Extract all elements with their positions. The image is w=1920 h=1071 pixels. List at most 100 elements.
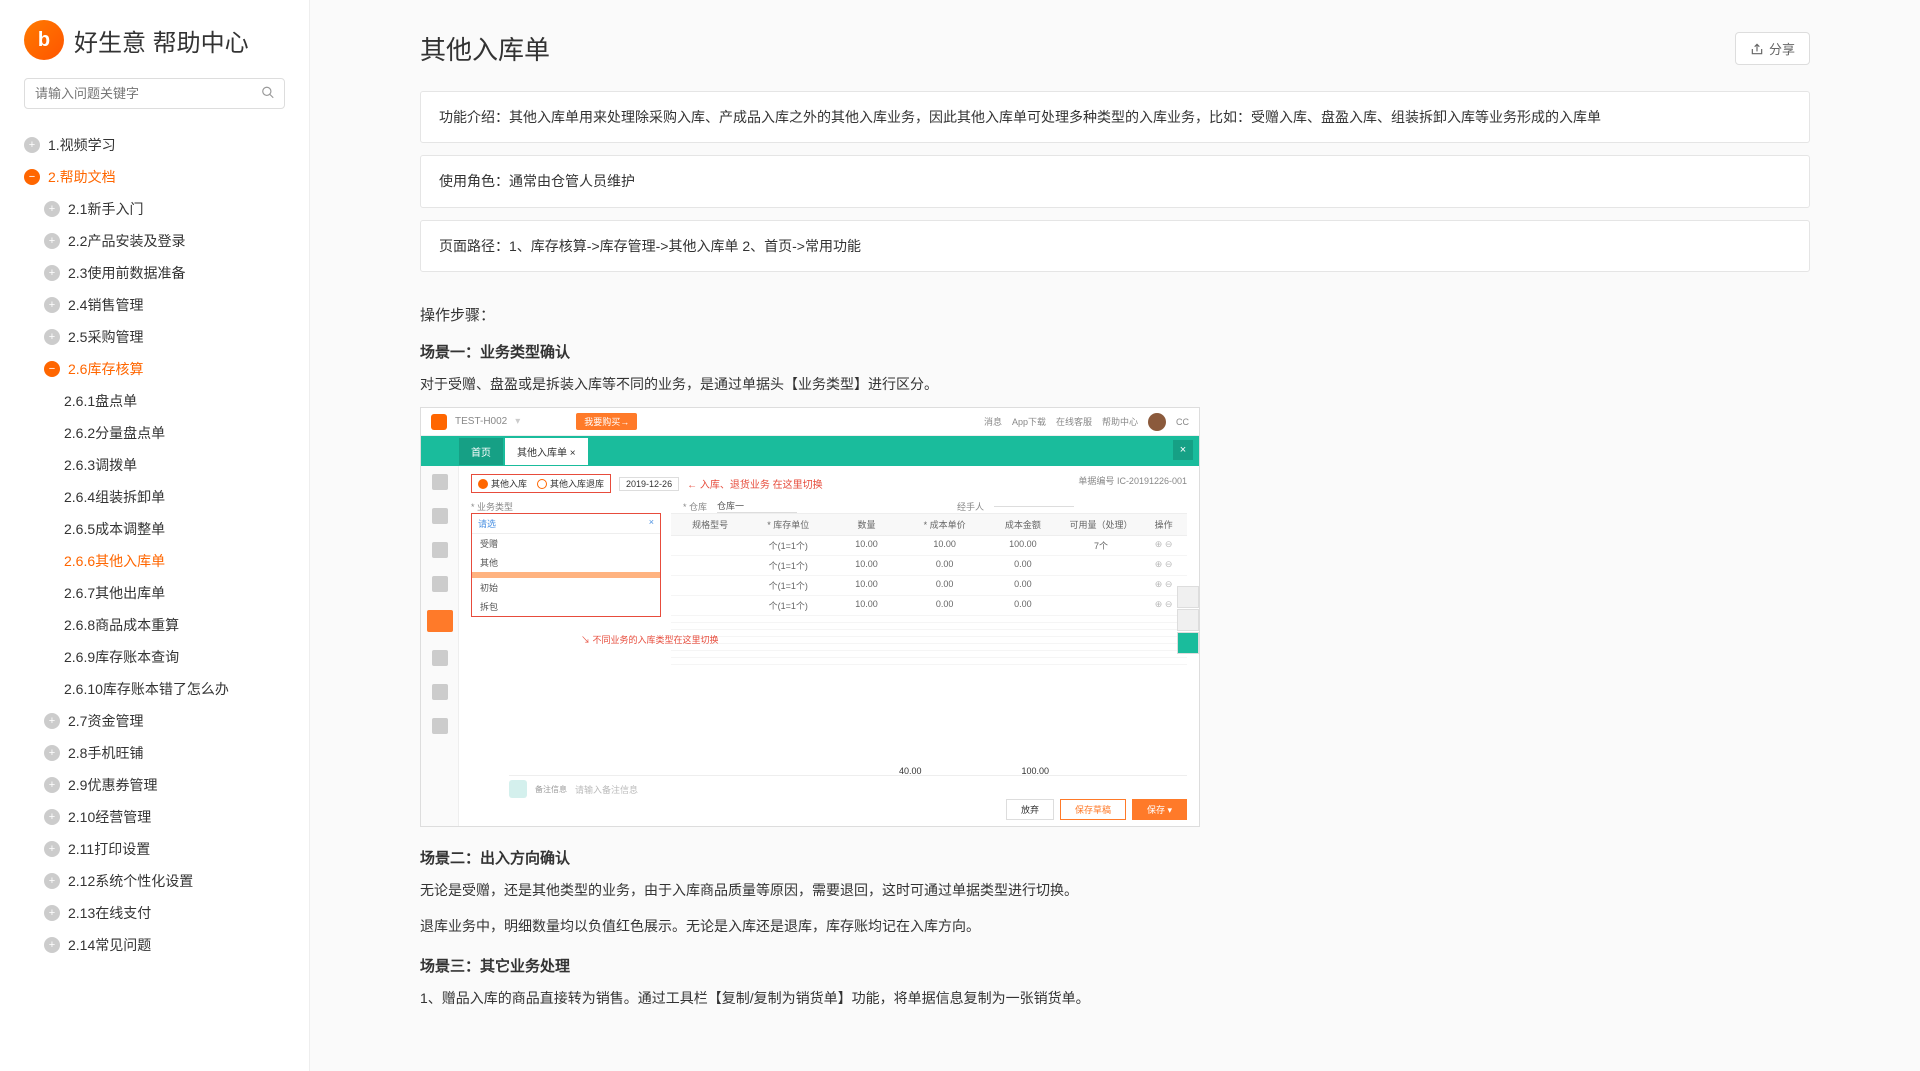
nav-tree: +1.视频学习 −2.帮助文档 +2.1新手入门 +2.2产品安装及登录 +2.…	[24, 129, 285, 961]
ss-table-row	[671, 651, 1187, 658]
path-label: 页面路径：	[439, 238, 509, 254]
plus-icon: +	[44, 809, 60, 825]
nav-27[interactable]: +2.7资金管理	[24, 705, 285, 737]
ss-tab-current: 其他入库单 ×	[505, 438, 588, 465]
scene1-title: 场景一：业务类型确认	[420, 341, 1810, 362]
logo-icon: b	[24, 20, 64, 60]
ss-table-row: 个(1=1个)10.000.000.00⊕ ⊖	[671, 556, 1187, 576]
path-text: 1、库存核算->库存管理->其他入库单 2、首页->常用功能	[509, 238, 861, 254]
search-input[interactable]	[24, 78, 285, 109]
ss-save-btn: 保存 ▾	[1132, 799, 1187, 820]
ss-side-icon	[432, 474, 448, 490]
minus-icon: −	[24, 169, 40, 185]
scene2-p2: 退库业务中，明细数量均以负值红色展示。无论是入库还是退库，库存账均记在入库方向。	[420, 914, 1810, 939]
scene1-text: 对于受赠、盘盈或是拆装入库等不同的业务，是通过单据头【业务类型】进行区分。	[420, 372, 1810, 397]
role-box: 使用角色：通常由仓管人员维护	[420, 155, 1810, 207]
plus-icon: +	[44, 745, 60, 761]
nav-261[interactable]: 2.6.1盘点单	[24, 385, 285, 417]
ss-table-row: 个(1=1个)10.000.000.00⊕ ⊖	[671, 576, 1187, 596]
ss-tool-icon-active	[1177, 632, 1199, 654]
ss-date: 2019-12-26	[619, 477, 679, 491]
search-box	[24, 78, 285, 109]
nav-purchase-mgmt[interactable]: +2.5采购管理	[24, 321, 285, 353]
ss-table-head: 规格型号* 库存单位数量* 成本单价成本金额可用量（处理）操作	[671, 513, 1187, 536]
ss-table-row	[671, 644, 1187, 651]
intro-label: 功能介绍：	[439, 109, 509, 125]
nav-28[interactable]: +2.8手机旺铺	[24, 737, 285, 769]
nav-help-docs[interactable]: −2.帮助文档	[24, 161, 285, 193]
plus-icon: +	[44, 777, 60, 793]
ss-top-app: App下载	[1012, 415, 1046, 428]
ss-top-user: CC	[1176, 417, 1189, 427]
ss-side-icon	[432, 684, 448, 700]
ss-side-icon	[432, 576, 448, 592]
share-button[interactable]: 分享	[1735, 32, 1810, 65]
sidebar: b 好生意 帮助中心 +1.视频学习 −2.帮助文档 +2.1新手入门 +2.2…	[0, 0, 310, 1071]
ss-side-icon	[432, 650, 448, 666]
ss-radio-return: 其他入库退库	[537, 477, 604, 490]
ss-tool-icon	[1177, 609, 1199, 631]
nav-267[interactable]: 2.6.7其他出库单	[24, 577, 285, 609]
nav-263[interactable]: 2.6.3调拨单	[24, 449, 285, 481]
logo-row: b 好生意 帮助中心	[24, 20, 285, 60]
ss-annotation-2: ↘ 不同业务的入库类型在这里切换	[581, 633, 719, 646]
logo-text: 好生意 帮助中心	[74, 23, 249, 58]
ss-buy-button: 我要购买→	[576, 413, 637, 430]
search-icon[interactable]	[261, 85, 275, 102]
page-title: 其他入库单	[420, 30, 550, 67]
ss-tool-icon	[1177, 586, 1199, 608]
ss-cancel-btn: 放弃	[1006, 799, 1054, 820]
ss-account: TEST-H002	[455, 416, 507, 427]
scene2-p1: 无论是受赠，还是其他类型的业务，由于入库商品质量等原因，需要退回，这时可通过单据…	[420, 878, 1810, 903]
ss-type-toggle: 其他入库 其他入库退库	[471, 474, 611, 493]
plus-icon: +	[44, 713, 60, 729]
scene2-title: 场景二：出入方向确认	[420, 847, 1810, 868]
ss-table-row: 个(1=1个)10.000.000.00⊕ ⊖	[671, 596, 1187, 616]
ss-annotation-1: ← 入库、退货业务 在这里切换	[687, 476, 823, 491]
main-content: 其他入库单 分享 功能介绍：其他入库单用来处理除采购入库、产成品入库之外的其他入…	[310, 0, 1920, 1071]
nav-29[interactable]: +2.9优惠券管理	[24, 769, 285, 801]
nav-data-prep[interactable]: +2.3使用前数据准备	[24, 257, 285, 289]
ss-top-msg: 消息	[984, 415, 1002, 428]
nav-269[interactable]: 2.6.9库存账本查询	[24, 641, 285, 673]
nav-inventory[interactable]: −2.6库存核算	[24, 353, 285, 385]
ss-remarks-icon	[509, 780, 527, 798]
share-icon	[1750, 42, 1764, 56]
nav-214[interactable]: +2.14常见问题	[24, 929, 285, 961]
nav-268[interactable]: 2.6.8商品成本重算	[24, 609, 285, 641]
nav-264[interactable]: 2.6.4组装拆卸单	[24, 481, 285, 513]
ss-close-icon: ×	[1173, 440, 1193, 460]
nav-2610[interactable]: 2.6.10库存账本错了怎么办	[24, 673, 285, 705]
nav-265[interactable]: 2.6.5成本调整单	[24, 513, 285, 545]
ss-table-row	[671, 623, 1187, 630]
ss-avatar-icon	[1148, 413, 1166, 431]
ss-side-icon	[432, 542, 448, 558]
plus-icon: +	[44, 329, 60, 345]
nav-266-current[interactable]: 2.6.6其他入库单	[24, 545, 285, 577]
nav-210[interactable]: +2.10经营管理	[24, 801, 285, 833]
steps-label: 操作步骤：	[420, 304, 1810, 325]
nav-212[interactable]: +2.12系统个性化设置	[24, 865, 285, 897]
ss-sidebar	[421, 466, 459, 826]
nav-getting-started[interactable]: +2.1新手入门	[24, 193, 285, 225]
role-label: 使用角色：	[439, 173, 509, 189]
nav-211[interactable]: +2.11打印设置	[24, 833, 285, 865]
plus-icon: +	[44, 201, 60, 217]
nav-install-login[interactable]: +2.2产品安装及登录	[24, 225, 285, 257]
intro-box: 功能介绍：其他入库单用来处理除采购入库、产成品入库之外的其他入库业务，因此其他入…	[420, 91, 1810, 143]
plus-icon: +	[44, 841, 60, 857]
ss-draft-btn: 保存草稿	[1060, 799, 1126, 820]
nav-video-learning[interactable]: +1.视频学习	[24, 129, 285, 161]
embedded-screenshot: TEST-H002 ▾ 我要购买→ 消息 App下载 在线客服 帮助中心 CC	[420, 407, 1200, 827]
scene3-p1: 1、赠品入库的商品直接转为销售。通过工具栏【复制/复制为销货单】功能，将单据信息…	[420, 986, 1810, 1011]
ss-table-row	[671, 658, 1187, 665]
plus-icon: +	[44, 265, 60, 281]
nav-213[interactable]: +2.13在线支付	[24, 897, 285, 929]
nav-262[interactable]: 2.6.2分量盘点单	[24, 417, 285, 449]
ss-biztype-dropdown: 请选× 受赠 其他 初始 拆包	[471, 513, 661, 617]
role-text: 通常由仓管人员维护	[509, 173, 635, 189]
plus-icon: +	[44, 937, 60, 953]
plus-icon: +	[44, 873, 60, 889]
ss-side-icon	[432, 718, 448, 734]
nav-sales-mgmt[interactable]: +2.4销售管理	[24, 289, 285, 321]
